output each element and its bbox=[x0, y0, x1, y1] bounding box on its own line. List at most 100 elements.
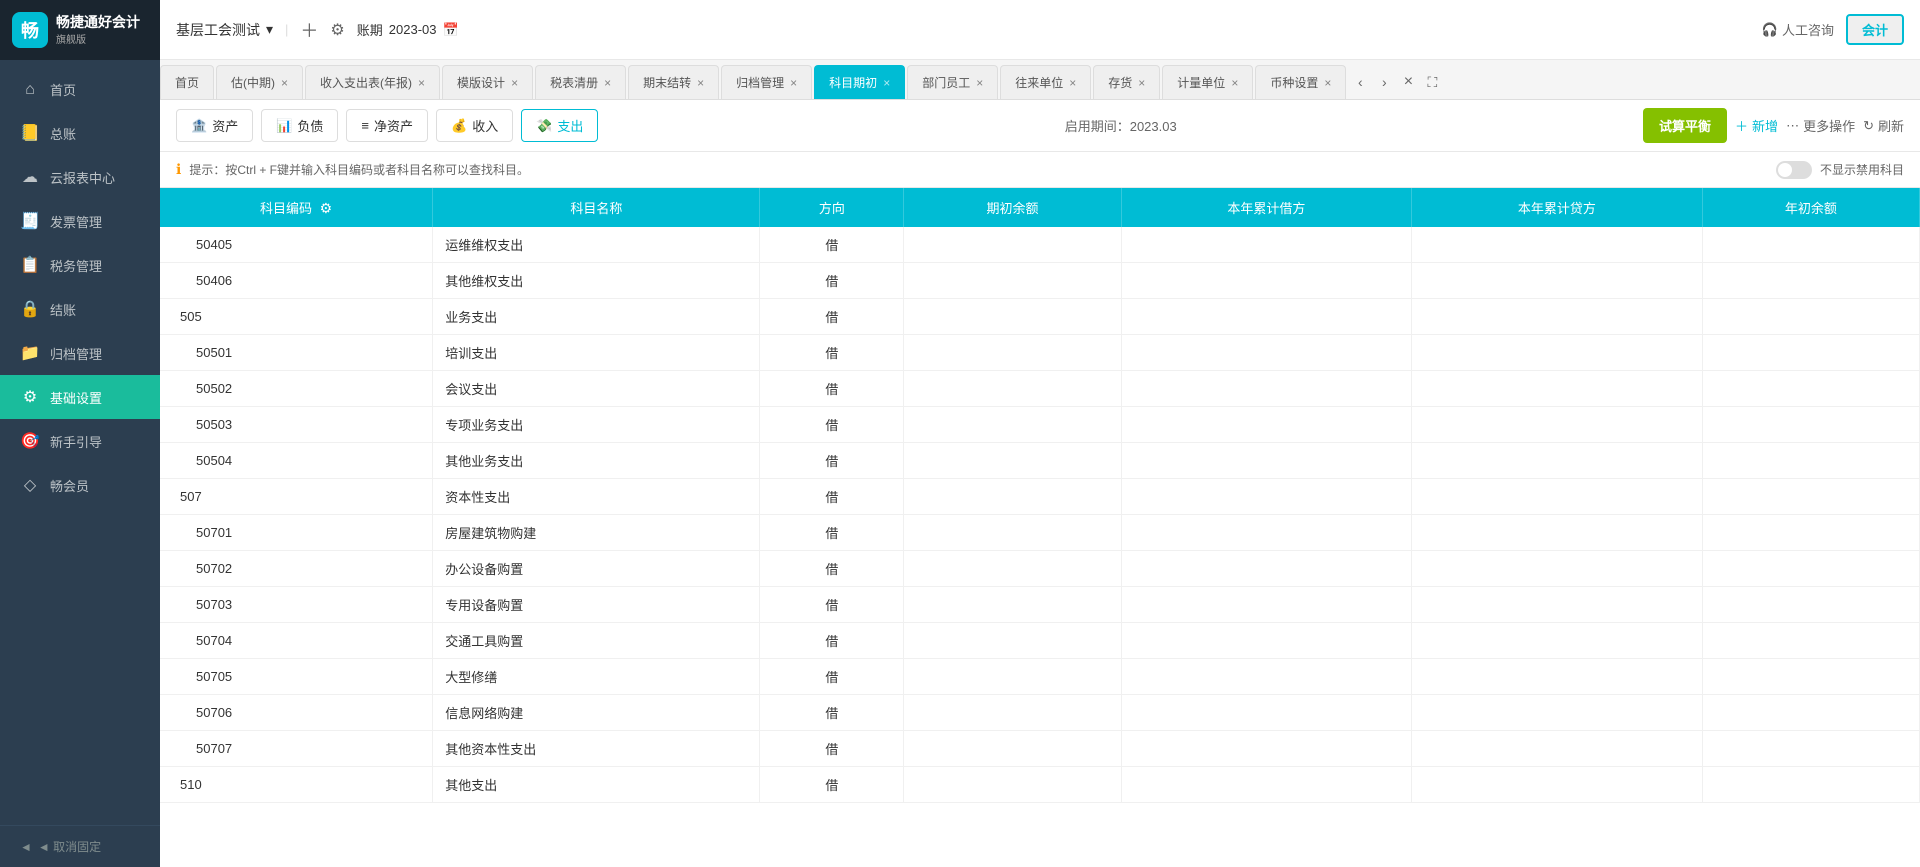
tab-subject-initial[interactable]: 科目期初 × bbox=[814, 65, 905, 99]
tab-close-icon[interactable]: × bbox=[1324, 76, 1331, 90]
sidebar-item-tax[interactable]: 📋 税务管理 bbox=[0, 243, 160, 287]
sidebar-item-settings[interactable]: ⚙ 基础设置 bbox=[0, 375, 160, 419]
filter-liability-button[interactable]: 📊 负债 bbox=[261, 109, 338, 142]
cell-year-opening bbox=[1702, 335, 1919, 371]
topbar-settings-icon[interactable]: ⚙ bbox=[330, 20, 344, 40]
table-row[interactable]: 50701房屋建筑物购建借 bbox=[160, 515, 1920, 551]
sidebar-item-report[interactable]: ☁ 云报表中心 bbox=[0, 155, 160, 199]
column-settings-icon[interactable]: ⚙ bbox=[320, 200, 333, 216]
cell-name: 会议支出 bbox=[433, 371, 760, 407]
tab-close-icon[interactable]: × bbox=[1231, 76, 1238, 90]
sidebar-pin-toggle[interactable]: ◄ ◄ 取消固定 bbox=[0, 825, 160, 867]
table-row[interactable]: 510其他支出借 bbox=[160, 767, 1920, 803]
cell-year-opening bbox=[1702, 767, 1919, 803]
disable-toggle[interactable] bbox=[1776, 161, 1812, 179]
sidebar-item-ledger[interactable]: 📒 总账 bbox=[0, 111, 160, 155]
cell-code: 507 bbox=[160, 479, 433, 515]
cell-name: 运维维权支出 bbox=[433, 227, 760, 263]
cell-code: 505 bbox=[160, 299, 433, 335]
col-header-code: 科目编码 ⚙ bbox=[160, 188, 433, 227]
sidebar-item-close[interactable]: 🔒 结账 bbox=[0, 287, 160, 331]
filter-asset-button[interactable]: 🏦 资产 bbox=[176, 109, 253, 142]
filter-income-button[interactable]: 💰 收入 bbox=[436, 109, 513, 142]
filter-label: 负债 bbox=[297, 116, 323, 135]
table-row[interactable]: 50705大型修缮借 bbox=[160, 659, 1920, 695]
tab-label: 税表清册 bbox=[550, 74, 598, 91]
table-row[interactable]: 507资本性支出借 bbox=[160, 479, 1920, 515]
sidebar-item-invoice[interactable]: 🧾 发票管理 bbox=[0, 199, 160, 243]
cell-ytd-credit bbox=[1412, 299, 1703, 335]
tab-close-icon[interactable]: × bbox=[511, 76, 518, 90]
tab-tax[interactable]: 税表清册 × bbox=[535, 65, 626, 99]
tab-currency[interactable]: 币种设置 × bbox=[1255, 65, 1346, 99]
tab-close-icon[interactable]: × bbox=[976, 76, 983, 90]
more-actions-button[interactable]: ⋯ 更多操作 bbox=[1786, 116, 1855, 135]
sidebar-item-label: 畅会员 bbox=[50, 476, 89, 495]
table-row[interactable]: 50504其他业务支出借 bbox=[160, 443, 1920, 479]
refresh-button[interactable]: ↻ 刷新 bbox=[1863, 116, 1904, 135]
add-tab-button[interactable]: ＋ bbox=[300, 17, 318, 43]
tab-archive[interactable]: 归档管理 × bbox=[721, 65, 812, 99]
tab-close-icon[interactable]: × bbox=[883, 76, 890, 90]
sidebar-item-guide[interactable]: 🎯 新手引导 bbox=[0, 419, 160, 463]
tab-prev-button[interactable]: ‹ bbox=[1348, 65, 1372, 99]
tab-next-button[interactable]: › bbox=[1372, 65, 1396, 99]
tab-close-icon[interactable]: × bbox=[1069, 76, 1076, 90]
tab-department[interactable]: 部门员工 × bbox=[907, 65, 998, 99]
tab-close-icon[interactable]: × bbox=[418, 76, 425, 90]
account-button[interactable]: 会计 bbox=[1846, 14, 1904, 45]
table-row[interactable]: 50703专用设备购置借 bbox=[160, 587, 1920, 623]
sidebar-item-member[interactable]: ◇ 畅会员 bbox=[0, 463, 160, 507]
tab-close-icon[interactable]: × bbox=[790, 76, 797, 90]
cell-year-opening bbox=[1702, 227, 1919, 263]
table-row[interactable]: 50704交通工具购置借 bbox=[160, 623, 1920, 659]
balance-button[interactable]: 试算平衡 bbox=[1643, 108, 1727, 143]
tab-close-icon[interactable]: × bbox=[604, 76, 611, 90]
tab-period-end[interactable]: 期末结转 × bbox=[628, 65, 719, 99]
table-row[interactable]: 50501培训支出借 bbox=[160, 335, 1920, 371]
table-row[interactable]: 50702办公设备购置借 bbox=[160, 551, 1920, 587]
tab-close-icon[interactable]: × bbox=[281, 76, 288, 90]
table-row[interactable]: 50502会议支出借 bbox=[160, 371, 1920, 407]
close-all-tabs-button[interactable]: × bbox=[1396, 65, 1420, 99]
cell-ytd-debit bbox=[1121, 371, 1412, 407]
cell-year-opening bbox=[1702, 659, 1919, 695]
cell-direction: 借 bbox=[760, 551, 904, 587]
tab-inventory[interactable]: 存货 × bbox=[1093, 65, 1160, 99]
cell-opening bbox=[904, 623, 1121, 659]
toggle-knob bbox=[1778, 163, 1792, 177]
expand-tabs-button[interactable]: ⛶ bbox=[1420, 65, 1444, 99]
tab-income-report[interactable]: 收入支出表(年报) × bbox=[305, 65, 440, 99]
tab-close-icon[interactable]: × bbox=[1138, 76, 1145, 90]
tab-estimate[interactable]: 估(中期) × bbox=[216, 65, 303, 99]
cell-ytd-credit bbox=[1412, 551, 1703, 587]
consult-button[interactable]: 🎧 人工咨询 bbox=[1762, 20, 1834, 39]
table-row[interactable]: 50406其他维权支出借 bbox=[160, 263, 1920, 299]
table-row[interactable]: 50503专项业务支出借 bbox=[160, 407, 1920, 443]
filter-net-asset-button[interactable]: ≡ 净资产 bbox=[346, 109, 428, 142]
sidebar-item-label: 新手引导 bbox=[50, 432, 102, 451]
report-icon: ☁ bbox=[20, 167, 40, 187]
cell-ytd-debit bbox=[1121, 659, 1412, 695]
cell-ytd-debit bbox=[1121, 515, 1412, 551]
tab-close-icon[interactable]: × bbox=[697, 76, 704, 90]
add-record-button[interactable]: ＋ 新增 bbox=[1735, 116, 1778, 135]
table-row[interactable]: 505业务支出借 bbox=[160, 299, 1920, 335]
table-row[interactable]: 50707其他资本性支出借 bbox=[160, 731, 1920, 767]
table-row[interactable]: 50405运维维权支出借 bbox=[160, 227, 1920, 263]
sidebar-item-archive[interactable]: 📁 归档管理 bbox=[0, 331, 160, 375]
tab-label: 科目期初 bbox=[829, 74, 877, 91]
calendar-icon[interactable]: 📅 bbox=[443, 22, 459, 38]
cell-name: 其他资本性支出 bbox=[433, 731, 760, 767]
cell-year-opening bbox=[1702, 551, 1919, 587]
tab-unit[interactable]: 计量单位 × bbox=[1162, 65, 1253, 99]
topbar: 基层工会测试 ▾ | ＋ ⚙ 账期 2023-03 📅 🎧 人工咨询 会计 bbox=[160, 0, 1920, 60]
project-selector[interactable]: 基层工会测试 ▾ bbox=[176, 20, 273, 40]
filter-expense-button[interactable]: 💸 支出 bbox=[521, 109, 598, 142]
tab-template[interactable]: 模版设计 × bbox=[442, 65, 533, 99]
table-row[interactable]: 50706信息网络购建借 bbox=[160, 695, 1920, 731]
tab-counterparty[interactable]: 往来单位 × bbox=[1000, 65, 1091, 99]
sidebar-item-home[interactable]: ⌂ 首页 bbox=[0, 68, 160, 111]
tab-home[interactable]: 首页 bbox=[160, 65, 214, 99]
cell-ytd-debit bbox=[1121, 479, 1412, 515]
